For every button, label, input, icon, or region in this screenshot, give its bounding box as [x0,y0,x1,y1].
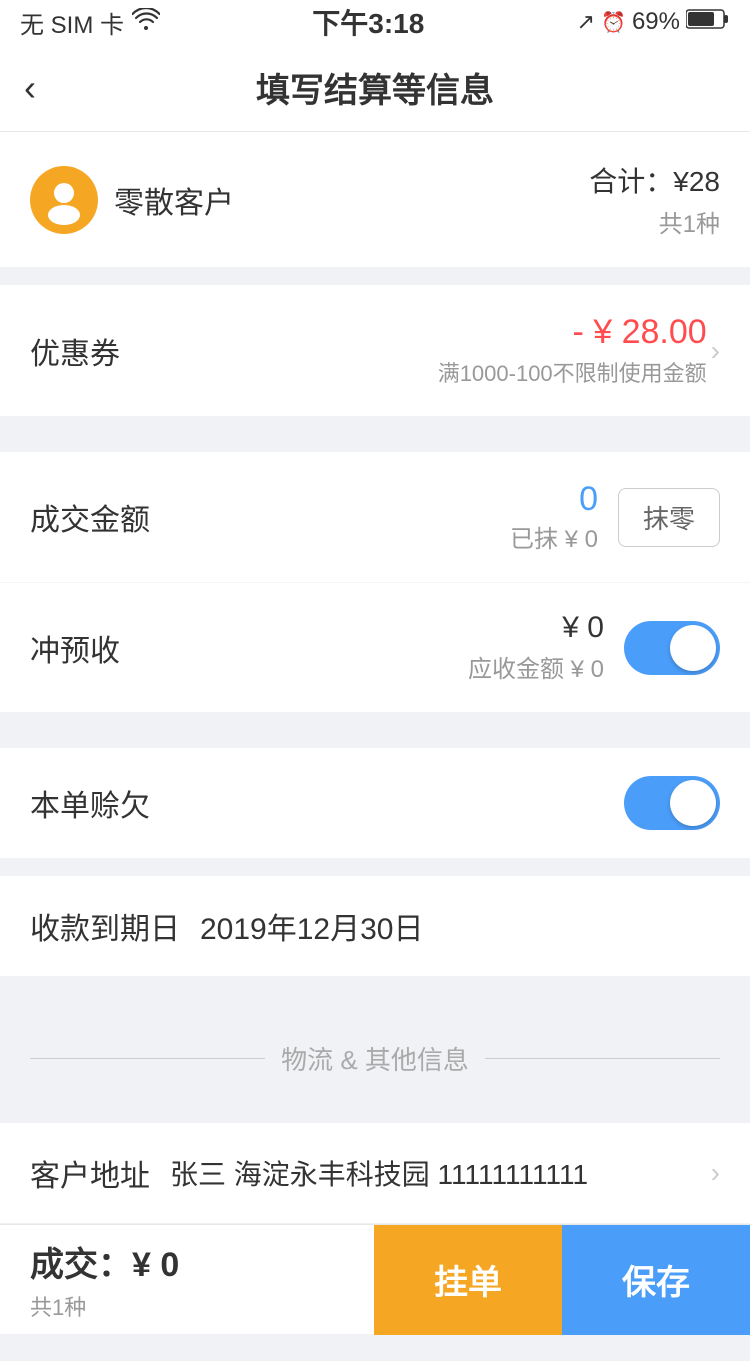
address-chevron-icon: › [711,1157,720,1189]
customer-row: 零散客户 合计：¥28 共1种 [0,132,750,267]
address-row[interactable]: 客户地址 张三 海淀永丰科技园 11111111111 › [0,1123,750,1223]
customer-name: 零散客户 [114,178,234,222]
pre-receipt-row: 冲预收 ¥ 0 应收金额 ¥ 0 [0,583,750,712]
transaction-section: 成交金额 0 已抹 ¥ 0 抹零 冲预收 ¥ 0 应收金额 ¥ 0 [0,452,750,712]
back-button[interactable]: ‹ [24,67,36,109]
battery-icon [686,8,730,37]
address-value: 张三 海淀永丰科技园 11111111111 [170,1153,691,1193]
bottom-deal-text: 成交：¥ 0 [30,1237,344,1286]
transaction-amount-right: 0 已抹 ¥ 0 抹零 [510,480,720,554]
total-count: 共1种 [589,204,720,239]
transaction-amount-label: 成交金额 [30,495,150,539]
coupon-desc: 满1000-100不限制使用金额 [438,356,707,388]
status-bar: 无 SIM 卡 下午3:18 ↗ ⏰ 69% [0,0,750,44]
save-button[interactable]: 保存 [562,1225,750,1335]
hold-button[interactable]: 挂单 [374,1225,562,1335]
round-button[interactable]: 抹零 [618,488,720,547]
coupon-row[interactable]: 优惠券 - ¥ 28.00 满1000-100不限制使用金额 › [0,285,750,416]
location-icon: ↗ [577,9,595,35]
pre-receipt-amount: ¥ 0 [468,611,604,645]
address-label: 客户地址 [30,1151,150,1195]
logistics-label: 物流 & 其他信息 [281,1040,469,1077]
logistics-line-right [485,1058,720,1059]
pre-receipt-label: 冲预收 [30,626,120,670]
bottom-bar: 成交：¥ 0 共1种 挂单 保存 [0,1224,750,1334]
customer-left: 零散客户 [30,166,234,234]
bottom-deal-label: 成交： [30,1246,132,1284]
arrears-toggle-knob [670,780,716,826]
coupon-chevron-icon: › [711,335,720,367]
pre-receipt-toggle[interactable] [624,621,720,675]
status-left: 无 SIM 卡 [20,5,160,40]
gray-divider-1 [0,434,750,452]
battery-text: 69% [632,8,680,36]
arrears-row: 本单赊欠 [0,748,750,858]
bottom-count-text: 共1种 [30,1290,344,1322]
arrears-label: 本单赊欠 [30,781,150,825]
transaction-amount-value[interactable]: 0 [510,480,598,519]
customer-summary: 合计：¥28 共1种 [589,160,720,239]
logistics-divider: 物流 & 其他信息 [30,1040,720,1077]
logistics-section: 物流 & 其他信息 [0,1012,750,1105]
status-right: ↗ ⏰ 69% [577,8,730,37]
page-title: 填写结算等信息 [256,63,494,112]
receivable-text: 应收金额 ¥ 0 [468,649,604,684]
status-time: 下午3:18 [312,2,424,42]
total-amount: 合计：¥28 [589,160,720,200]
bottom-deal-amount: ¥ 0 [132,1246,179,1284]
due-date-row: 收款到期日 2019年12月30日 [0,876,750,976]
coupon-amount: - ¥ 28.00 [438,313,707,352]
nav-bar: ‹ 填写结算等信息 [0,44,750,132]
gray-divider-3 [0,994,750,1012]
alarm-icon: ⏰ [601,10,626,35]
coupon-label: 优惠券 [30,329,120,373]
avatar [30,166,98,234]
transaction-amount-row: 成交金额 0 已抹 ¥ 0 抹零 [0,452,750,583]
toggle-knob [670,625,716,671]
already-rounded-text: 已抹 ¥ 0 [510,519,598,554]
due-date-label: 收款到期日 [30,904,180,948]
arrears-toggle[interactable] [624,776,720,830]
logistics-line-left [30,1058,265,1059]
bottom-summary: 成交：¥ 0 共1种 [0,1237,374,1322]
wifi-icon [132,8,160,37]
no-sim-text: 无 SIM 卡 [20,5,124,40]
gray-divider-2 [0,730,750,748]
due-date-value: 2019年12月30日 [200,904,423,948]
